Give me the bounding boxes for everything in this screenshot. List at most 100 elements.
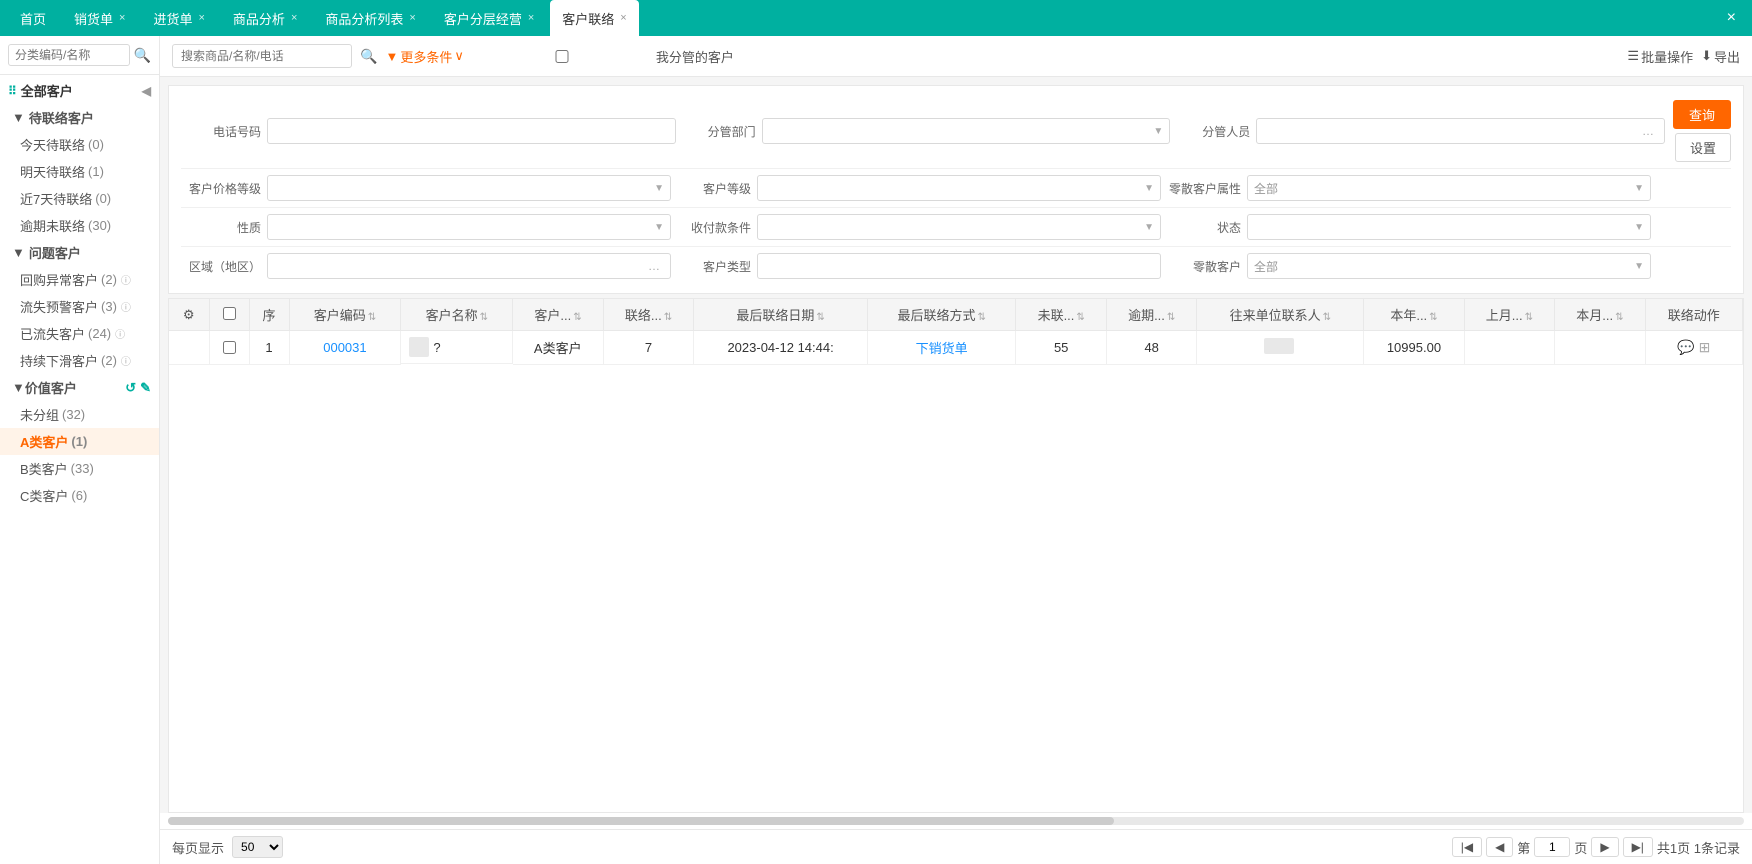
phone-input-wrap[interactable] — [267, 118, 676, 144]
sidebar-item-7days-pending[interactable]: 近7天待联络 (0) — [0, 185, 159, 212]
col-level[interactable]: 客户...⇅ — [513, 299, 604, 331]
sidebar-item-declining[interactable]: 持续下滑客户 (2) ⓘ — [0, 347, 159, 374]
value-customers-group[interactable]: ▼ 价值客户 ↺ ✎ — [0, 374, 159, 401]
customer-type-input-wrap[interactable] — [757, 253, 1161, 279]
close-goods-list-tab[interactable]: × — [409, 12, 415, 24]
nav-tab-customer-contact[interactable]: 客户联络 × — [550, 0, 638, 36]
query-button[interactable]: 查询 — [1673, 100, 1731, 129]
close-all-tabs[interactable]: × — [1719, 9, 1744, 27]
sidebar-item-unclassified[interactable]: 未分组 (32) — [0, 401, 159, 428]
dept-select[interactable]: ▼ — [762, 118, 1171, 144]
nav-tab-sales[interactable]: 销货单 × — [62, 0, 137, 36]
top-actions: ☰ 批量操作 ⬇ 导出 — [1627, 47, 1740, 66]
row-checkbox[interactable] — [223, 341, 236, 354]
region-ellipsis-btn[interactable]: … — [644, 259, 664, 273]
export-btn[interactable]: ⬇ 导出 — [1701, 47, 1740, 66]
phone-input[interactable] — [274, 124, 669, 138]
manager-ellipsis-btn[interactable]: … — [1638, 124, 1658, 138]
prev-page-btn[interactable]: ◀ — [1486, 837, 1513, 857]
nav-tab-purchase[interactable]: 进货单 × — [141, 0, 216, 36]
nav-tab-goods-analysis[interactable]: 商品分析 × — [221, 0, 309, 36]
col-contact-person[interactable]: 往来单位联系人⇅ — [1197, 299, 1364, 331]
filter-search-icon[interactable]: 🔍 — [360, 48, 377, 65]
sidebar-item-loss-warning[interactable]: 流失预警客户 (3) ⓘ — [0, 293, 159, 320]
first-page-btn[interactable]: |◀ — [1452, 837, 1482, 857]
select-all-checkbox[interactable] — [223, 307, 236, 320]
col-name[interactable]: 客户名称⇅ — [401, 299, 513, 331]
manager-input-wrap[interactable]: … — [1256, 118, 1665, 144]
close-purchase-tab[interactable]: × — [198, 12, 204, 24]
customer-type-input[interactable] — [764, 259, 1154, 273]
status-select[interactable]: ▼ — [1247, 214, 1651, 240]
my-customers-checkbox[interactable] — [472, 50, 652, 63]
my-customers-checkbox-label[interactable]: 我分管的客户 — [472, 47, 734, 66]
col-code[interactable]: 客户编码⇅ — [289, 299, 401, 331]
settings-icon[interactable]: ⚙ — [183, 307, 195, 322]
sidebar-item-c-class[interactable]: C类客户 (6) — [0, 482, 159, 509]
close-goods-analysis-tab[interactable]: × — [291, 12, 297, 24]
page-number-input[interactable] — [1534, 837, 1570, 857]
sort-icon-year: ⇅ — [1429, 312, 1437, 323]
col-no-contact[interactable]: 未联...⇅ — [1016, 299, 1107, 331]
customer-level-select[interactable]: ▼ — [757, 175, 1161, 201]
scroll-track[interactable] — [168, 817, 1744, 825]
info-icon-loss: ⓘ — [121, 299, 131, 314]
nav-tab-goods-list[interactable]: 商品分析列表 × — [313, 0, 427, 36]
nature-select[interactable]: ▼ — [267, 214, 671, 240]
message-action-icon[interactable]: 💬 — [1677, 339, 1694, 356]
pending-contact-group[interactable]: ▼ 待联络客户 — [0, 104, 159, 131]
horizontal-scrollbar[interactable] — [160, 813, 1752, 829]
per-page-select[interactable]: 50 100 200 — [232, 836, 283, 858]
sort-icon-this-month: ⇅ — [1615, 312, 1623, 323]
sidebar-item-tomorrow-pending[interactable]: 明天待联络 (1) — [0, 158, 159, 185]
col-this-month[interactable]: 本月...⇅ — [1555, 299, 1646, 331]
cell-code[interactable]: 000031 — [289, 331, 401, 365]
sort-icon-last-date: ⇅ — [816, 312, 824, 323]
sidebar-item-a-class[interactable]: A类客户 (1) — [0, 428, 159, 455]
next-page-btn[interactable]: ▶ — [1591, 837, 1618, 857]
nav-tab-customer-tier[interactable]: 客户分层经营 × — [432, 0, 546, 36]
setting-button[interactable]: 设置 — [1675, 133, 1731, 162]
close-sales-tab[interactable]: × — [119, 12, 125, 24]
edit-icon[interactable]: ✎ — [140, 380, 151, 396]
problem-customers-group[interactable]: ▼ 问题客户 — [0, 239, 159, 266]
sidebar-search-icon[interactable]: 🔍 — [134, 47, 151, 64]
scroll-thumb[interactable] — [168, 817, 1114, 825]
dept-label: 分管部门 — [676, 123, 756, 140]
scatter-customer-select[interactable]: 全部 ▼ — [1247, 253, 1651, 279]
col-overdue[interactable]: 逾期...⇅ — [1106, 299, 1197, 331]
close-customer-tier-tab[interactable]: × — [528, 12, 534, 24]
region-input-wrap[interactable]: … — [267, 253, 671, 279]
last-page-btn[interactable]: ▶| — [1623, 837, 1653, 857]
filter-cell-status: 状态 ▼ — [1161, 214, 1651, 240]
col-year-amount[interactable]: 本年...⇅ — [1364, 299, 1464, 331]
sidebar-item-lost[interactable]: 已流失客户 (24) ⓘ — [0, 320, 159, 347]
search-input[interactable] — [172, 44, 352, 68]
price-level-select[interactable]: ▼ — [267, 175, 671, 201]
col-contact-count[interactable]: 联络...⇅ — [603, 299, 694, 331]
status-arrow: ▼ — [1634, 222, 1644, 233]
more-conditions-btn[interactable]: ▼ 更多条件 ∨ — [385, 47, 463, 66]
grid-action-icon[interactable]: ⊞ — [1699, 339, 1711, 356]
col-last-month[interactable]: 上月...⇅ — [1464, 299, 1555, 331]
refresh-icon[interactable]: ↺ — [125, 380, 136, 396]
nav-tab-home[interactable]: 首页 — [8, 0, 58, 36]
cell-checkbox[interactable] — [209, 331, 249, 365]
total-records: 共1页 1条记录 — [1657, 838, 1740, 857]
batch-operation-btn[interactable]: ☰ 批量操作 — [1627, 47, 1693, 66]
sidebar-search-input[interactable] — [8, 44, 130, 66]
sidebar-item-repurchase-abnormal[interactable]: 回购异常客户 (2) ⓘ — [0, 266, 159, 293]
filter-row-4: 区域（地区） … 客户类型 零散客户 全部 ▼ — [181, 247, 1731, 285]
col-last-method[interactable]: 最后联络方式⇅ — [867, 299, 1016, 331]
cell-last-method[interactable]: 下销货单 — [867, 331, 1016, 365]
col-last-date[interactable]: 最后联络日期⇅ — [694, 299, 868, 331]
manager-input[interactable] — [1263, 124, 1634, 138]
payment-select[interactable]: ▼ — [757, 214, 1161, 240]
sidebar-item-b-class[interactable]: B类客户 (33) — [0, 455, 159, 482]
region-input[interactable] — [274, 259, 640, 273]
scatter-attr-select[interactable]: 全部 ▼ — [1247, 175, 1651, 201]
close-customer-contact-tab[interactable]: × — [620, 12, 626, 24]
sidebar-item-today-pending[interactable]: 今天待联络 (0) — [0, 131, 159, 158]
sidebar-item-overdue[interactable]: 逾期未联络 (30) — [0, 212, 159, 239]
sidebar-collapse-btn[interactable]: ◀ — [142, 84, 151, 98]
